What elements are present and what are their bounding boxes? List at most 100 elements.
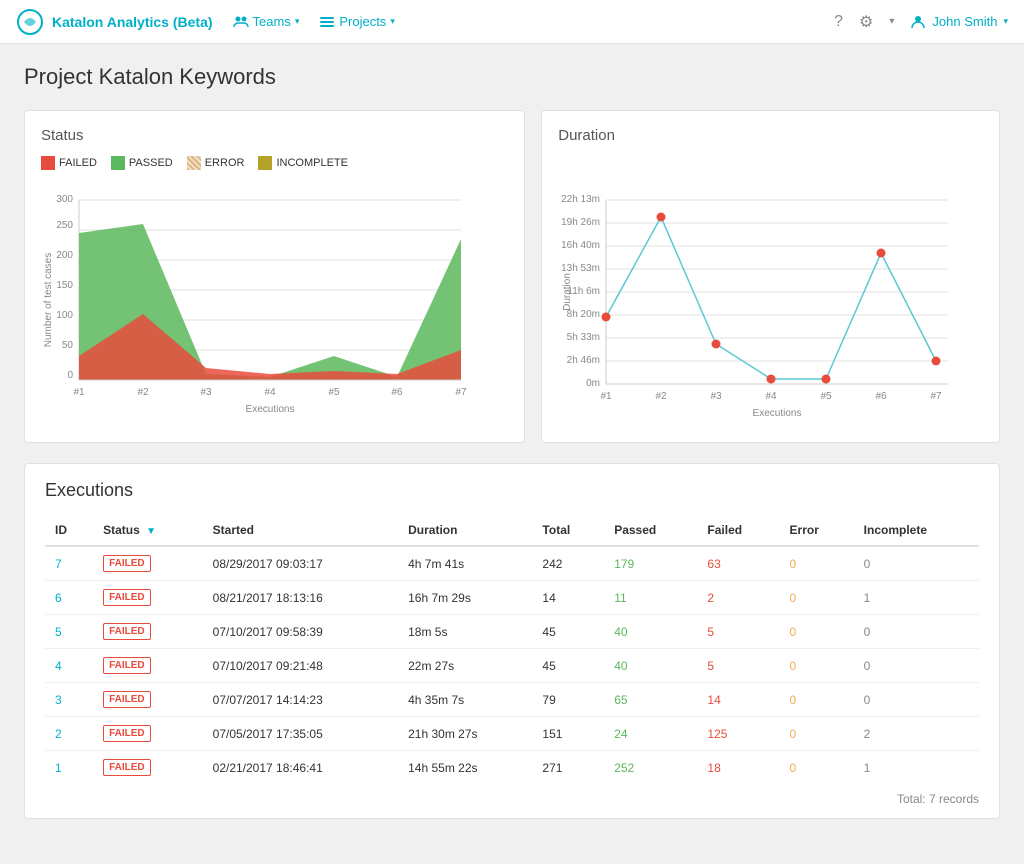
svg-text:#6: #6: [876, 391, 888, 402]
table-row: 4 FAILED 07/10/2017 09:21:48 22m 27s 45 …: [45, 649, 979, 683]
cell-passed: 179: [604, 546, 697, 581]
cell-incomplete: 0: [854, 615, 979, 649]
cell-total: 14: [532, 581, 604, 615]
duration-point-2: [657, 213, 666, 222]
cell-total: 45: [532, 649, 604, 683]
legend-error: ERROR: [187, 156, 245, 170]
svg-text:#1: #1: [601, 391, 613, 402]
executions-table: ID Status ▼ Started Duration Total Passe…: [45, 515, 979, 784]
legend-error-label: ERROR: [205, 157, 245, 169]
settings-chevron-icon: ▾: [889, 16, 894, 27]
col-error: Error: [780, 515, 854, 546]
duration-chart-svg: 0m 2h 46m 5h 33m 8h 20m 11h 6m 13h 53m 1…: [558, 156, 958, 426]
duration-point-5: [822, 375, 831, 384]
cell-started: 08/29/2017 09:03:17: [203, 546, 398, 581]
svg-text:#2: #2: [656, 391, 668, 402]
cell-status: FAILED: [93, 581, 203, 615]
cell-status: FAILED: [93, 683, 203, 717]
cell-incomplete: 0: [854, 649, 979, 683]
cell-failed: 5: [697, 615, 779, 649]
settings-icon[interactable]: ⚙: [859, 12, 873, 32]
status-chart-title: Status: [41, 127, 508, 144]
cell-failed: 14: [697, 683, 779, 717]
cell-id[interactable]: 4: [45, 649, 93, 683]
nav-right: ? ⚙ ▾ John Smith ▾: [834, 12, 1008, 32]
cell-incomplete: 1: [854, 751, 979, 785]
user-menu[interactable]: John Smith ▾: [910, 14, 1008, 30]
executions-title: Executions: [45, 480, 979, 501]
cell-duration: 21h 30m 27s: [398, 717, 532, 751]
cell-id[interactable]: 5: [45, 615, 93, 649]
svg-text:#6: #6: [391, 387, 403, 398]
total-records: Total: 7 records: [45, 792, 979, 806]
cell-passed: 252: [604, 751, 697, 785]
svg-text:Executions: Executions: [246, 404, 295, 415]
cell-total: 271: [532, 751, 604, 785]
duration-point-6: [877, 249, 886, 258]
duration-point-1: [602, 313, 611, 322]
svg-text:16h 40m: 16h 40m: [561, 240, 600, 251]
svg-text:300: 300: [56, 194, 73, 205]
cell-passed: 24: [604, 717, 697, 751]
duration-point-3: [712, 340, 721, 349]
table-row: 5 FAILED 07/10/2017 09:58:39 18m 5s 45 4…: [45, 615, 979, 649]
svg-text:2h 46m: 2h 46m: [567, 355, 600, 366]
svg-text:#3: #3: [711, 391, 723, 402]
cell-started: 07/05/2017 17:35:05: [203, 717, 398, 751]
table-row: 2 FAILED 07/05/2017 17:35:05 21h 30m 27s…: [45, 717, 979, 751]
cell-started: 08/21/2017 18:13:16: [203, 581, 398, 615]
status-legend: FAILED PASSED ERROR INCOMPLETE: [41, 156, 508, 170]
col-started: Started: [203, 515, 398, 546]
status-filter-icon[interactable]: ▼: [146, 526, 156, 537]
cell-duration: 18m 5s: [398, 615, 532, 649]
duration-chart-card: Duration 0m 2h 46m 5h 33m 8h 20m 11h 6m …: [541, 110, 1000, 443]
svg-text:#4: #4: [264, 387, 276, 398]
user-name: John Smith: [932, 14, 997, 29]
cell-failed: 2: [697, 581, 779, 615]
cell-passed: 40: [604, 615, 697, 649]
cell-failed: 125: [697, 717, 779, 751]
cell-duration: 14h 55m 22s: [398, 751, 532, 785]
svg-text:#5: #5: [821, 391, 833, 402]
legend-passed-label: PASSED: [129, 157, 173, 169]
teams-menu[interactable]: Teams ▾: [233, 14, 300, 30]
cell-error: 0: [780, 717, 854, 751]
cell-id[interactable]: 3: [45, 683, 93, 717]
svg-text:100: 100: [56, 310, 73, 321]
svg-text:0m: 0m: [586, 378, 600, 389]
cell-total: 45: [532, 615, 604, 649]
cell-duration: 16h 7m 29s: [398, 581, 532, 615]
svg-text:#1: #1: [73, 387, 85, 398]
help-icon[interactable]: ?: [834, 13, 843, 31]
duration-chart-wrap: 0m 2h 46m 5h 33m 8h 20m 11h 6m 13h 53m 1…: [558, 156, 983, 426]
svg-text:200: 200: [56, 250, 73, 261]
projects-label: Projects: [339, 14, 386, 29]
navbar: Katalon Analytics (Beta) Teams ▾ Project…: [0, 0, 1024, 44]
svg-text:#2: #2: [137, 387, 149, 398]
cell-total: 242: [532, 546, 604, 581]
cell-total: 79: [532, 683, 604, 717]
svg-text:#7: #7: [455, 387, 467, 398]
cell-error: 0: [780, 581, 854, 615]
cell-duration: 22m 27s: [398, 649, 532, 683]
user-icon: [910, 14, 926, 30]
cell-incomplete: 2: [854, 717, 979, 751]
cell-id[interactable]: 6: [45, 581, 93, 615]
status-chart-svg: 0 50 100 150 200 250 300: [41, 180, 481, 420]
cell-status: FAILED: [93, 546, 203, 581]
cell-error: 0: [780, 649, 854, 683]
cell-duration: 4h 35m 7s: [398, 683, 532, 717]
duration-point-7: [932, 357, 941, 366]
cell-passed: 11: [604, 581, 697, 615]
legend-failed: FAILED: [41, 156, 97, 170]
cell-status: FAILED: [93, 751, 203, 785]
duration-line: [606, 217, 936, 379]
svg-text:0: 0: [67, 370, 73, 381]
svg-text:50: 50: [62, 340, 74, 351]
cell-id[interactable]: 1: [45, 751, 93, 785]
projects-menu[interactable]: Projects ▾: [319, 14, 395, 30]
cell-error: 0: [780, 546, 854, 581]
cell-id[interactable]: 2: [45, 717, 93, 751]
cell-id[interactable]: 7: [45, 546, 93, 581]
app-brand[interactable]: Katalon Analytics (Beta): [16, 8, 213, 36]
